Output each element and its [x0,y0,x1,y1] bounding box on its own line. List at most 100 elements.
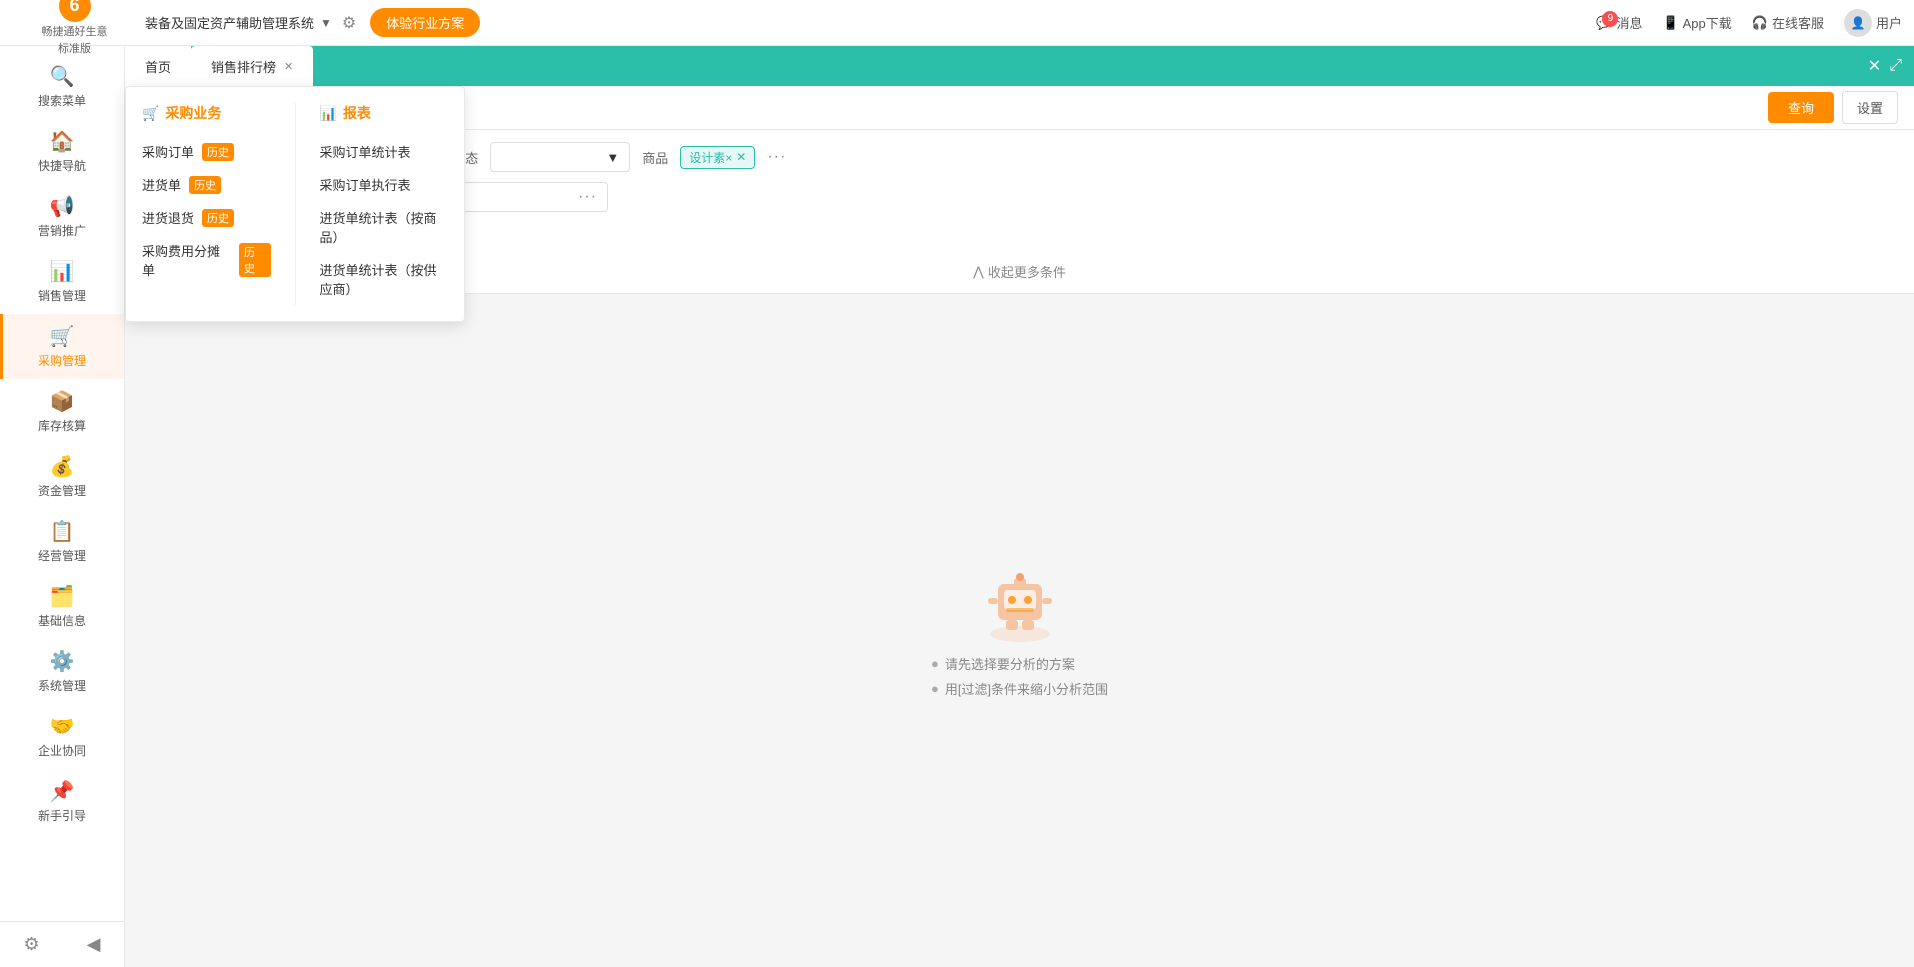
sidebar-label-search: 搜索菜单 [38,92,86,109]
report-col-title-text: 报表 [343,103,371,123]
tab-close-icon[interactable]: ✕ [284,60,293,73]
goods-more-icon[interactable]: ··· [767,148,786,166]
history-badge-1: 历史 [189,176,221,194]
goods-receipt-label: 进货单 [142,175,181,194]
system-title: 装备及固定资产辅助管理系统 [145,13,314,32]
tab-home-label: 首页 [145,57,171,76]
logo-area: 6 畅捷通好生意 标准版 [12,0,137,56]
salesperson-more-icon[interactable]: ··· [578,188,597,206]
title-dropdown-icon[interactable]: ▼ [320,16,332,30]
dropdown-item-purchase-expense[interactable]: 采购费用分摊单 历史 [142,234,271,286]
sidebar: 🔍 搜索菜单 🏠 快捷导航 📢 营销推广 📊 销售管理 🛒 采购管理 📦 库存核… [0,46,125,967]
home-icon: 🏠 [50,129,75,154]
sidebar-item-basic-info[interactable]: 🗂️ 基础信息 [0,574,124,639]
phone-icon: 📱 [1662,15,1678,31]
sales-icon: 📊 [50,259,75,284]
dropdown-item-goods-return[interactable]: 进货退货 历史 [142,201,271,234]
empty-line2: 用[过滤]条件来缩小分析范围 [945,679,1108,698]
sidebar-item-sales[interactable]: 📊 销售管理 [0,249,124,314]
sidebar-label-purchase: 采购管理 [38,352,86,369]
history-badge-2: 历史 [202,209,234,227]
sidebar-item-navigation[interactable]: 🏠 快捷导航 [0,119,124,184]
sidebar-item-cooperation[interactable]: 🤝 企业协同 [0,704,124,769]
sidebar-bottom: ⚙ ◀ [0,921,124,967]
history-badge-0: 历史 [202,143,234,161]
history-badge-3: 历史 [239,243,271,277]
dropdown-item-goods-receipt[interactable]: 进货单 历史 [142,168,271,201]
collapse-label: 收起更多条件 [988,262,1066,281]
bullet2-icon: ● [931,681,939,696]
finance-icon: 💰 [50,454,75,479]
sidebar-label-inventory: 库存核算 [38,417,86,434]
dropdown-arrow-icon: ▼ [606,150,619,165]
message-icon-wrap: 💬 9 [1596,15,1612,31]
app-download-label: App下载 [1683,13,1732,32]
sidebar-label-marketing: 营销推广 [38,222,86,239]
report-4-label: 进货单统计表（按供应商） [320,260,449,298]
info-icon: 🗂️ [50,584,75,609]
sidebar-item-system[interactable]: ⚙️ 系统管理 [0,639,124,704]
tab-sales-ranking-label: 销售排行榜 [211,57,276,76]
purchase-expense-label: 采购费用分摊单 [142,241,231,279]
sidebar-label-guide: 新手引导 [38,807,86,824]
dropdown-item-purchase-order[interactable]: 采购订单 历史 [142,135,271,168]
report-col-title: 📊 报表 [320,103,449,123]
user-label: 用户 [1876,13,1902,32]
sidebar-item-operations[interactable]: 📋 经营管理 [0,509,124,574]
header-right: 💬 9 消息 📱 App下载 🎧 在线客服 👤 用户 [1596,9,1902,37]
message-badge: 9 [1602,11,1618,27]
goods-label: 商品 [642,148,668,167]
logo-icon: 6 [59,0,91,22]
headset-icon: 🎧 [1752,15,1768,31]
system-icon: ⚙️ [50,649,75,674]
report-col-icon: 📊 [320,105,337,122]
sidebar-item-search[interactable]: 🔍 搜索菜单 [0,54,124,119]
user-menu-button[interactable]: 👤 用户 [1844,9,1902,37]
tab-sales-ranking[interactable]: 销售排行榜 ✕ [191,46,313,86]
goods-tag: 设计素× ✕ [680,146,755,169]
dropdown-item-report-1[interactable]: 采购订单统计表 [320,135,449,168]
goods-tag-text: 设计素× [689,149,732,166]
industry-button[interactable]: 体验行业方案 [370,8,480,37]
settings-bottom-icon[interactable]: ⚙ [24,934,40,955]
dropdown-item-report-3[interactable]: 进货单统计表（按商品） [320,201,449,253]
guide-icon: 📌 [50,779,75,804]
messages-label: 消息 [1616,13,1642,32]
sidebar-label-system: 系统管理 [38,677,86,694]
inventory-icon: 📦 [50,389,75,414]
tab-expand-button[interactable]: ⤢ [1889,57,1902,75]
online-service-button[interactable]: 🎧 在线客服 [1752,13,1824,32]
gear-icon[interactable]: ⚙ [342,13,356,33]
dropdown-item-report-2[interactable]: 采购订单执行表 [320,168,449,201]
report-col: 📊 报表 采购订单统计表 采购订单执行表 进货单统计表（按商品） 进货单统计表（… [320,103,449,305]
sidebar-item-marketing[interactable]: 📢 营销推广 [0,184,124,249]
messages-button[interactable]: 💬 9 消息 [1596,13,1642,32]
goods-return-label: 进货退货 [142,208,194,227]
report-2-label: 采购订单执行表 [320,175,411,194]
query-button[interactable]: 查询 [1768,92,1834,123]
search-icon: 🔍 [50,64,75,89]
dropdown-divider [295,103,296,305]
tab-close-all-button[interactable]: ✕ [1868,56,1881,76]
tab-bar-right: ✕ ⤢ [1868,56,1914,76]
sidebar-item-purchase[interactable]: 🛒 采购管理 [0,314,124,379]
dropdown-item-report-4[interactable]: 进货单统计表（按供应商） [320,253,449,305]
sidebar-label-navigation: 快捷导航 [38,157,86,174]
settings-button[interactable]: 设置 [1842,91,1898,124]
document-status-select[interactable]: ▼ [490,142,630,172]
tab-bar: 首页 销售排行榜 ✕ ✕ ⤢ [125,46,1914,86]
collapse-sidebar-icon[interactable]: ◀ [87,934,101,955]
goods-tag-close-icon[interactable]: ✕ [736,150,746,164]
sidebar-label-sales: 销售管理 [38,287,86,304]
sidebar-item-guide[interactable]: 📌 新手引导 [0,769,124,834]
sidebar-label-cooperation: 企业协同 [38,742,86,759]
sidebar-item-inventory[interactable]: 📦 库存核算 [0,379,124,444]
app-download-button[interactable]: 📱 App下载 [1662,13,1731,32]
collapse-button[interactable]: ⋀ 收起更多条件 [973,262,1066,281]
purchase-dropdown-menu: 🛒 采购业务 采购订单 历史 进货单 历史 进货退货 历史 采购费用分摊单 历史… [125,86,465,322]
sidebar-item-finance[interactable]: 💰 资金管理 [0,444,124,509]
brand-name: 畅捷通好生意 [42,23,108,39]
marketing-icon: 📢 [50,194,75,219]
cooperation-icon: 🤝 [50,714,75,739]
report-1-label: 采购订单统计表 [320,142,411,161]
